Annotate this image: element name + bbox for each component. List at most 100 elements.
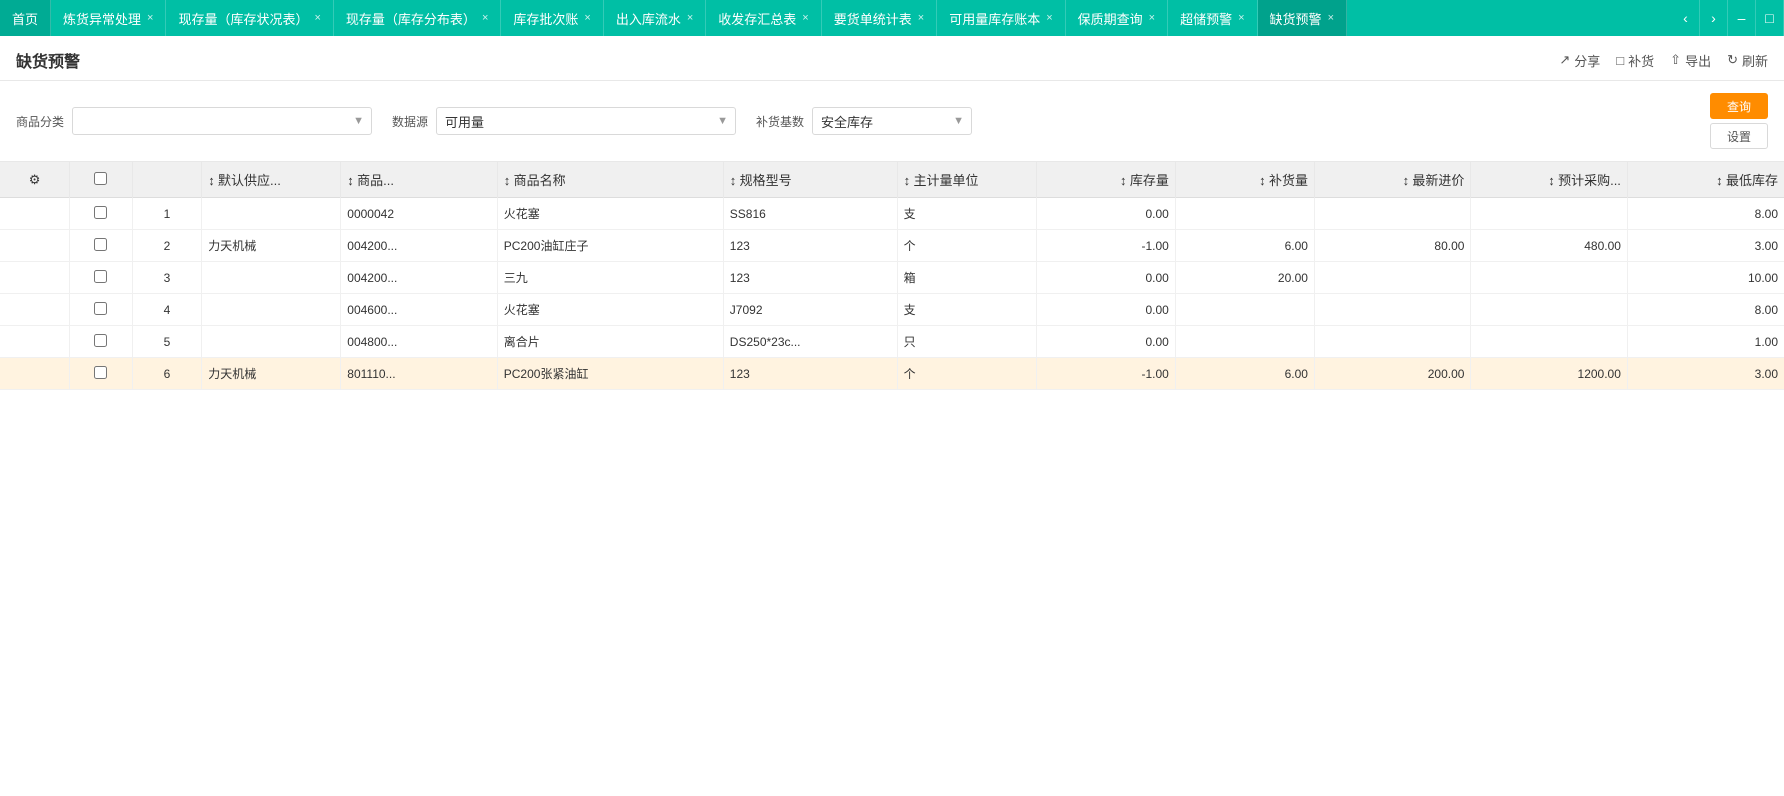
gear-icon[interactable]: ⚙	[29, 172, 41, 187]
close-icon[interactable]: ×	[1046, 12, 1052, 24]
refresh-icon: ↻	[1727, 52, 1738, 68]
purchase-column-header[interactable]: ↕ 预计采购...	[1471, 162, 1627, 198]
minimize-button[interactable]: –	[1728, 0, 1756, 36]
row-stock-cell: 0.00	[1036, 294, 1175, 326]
query-button[interactable]: 查询	[1710, 93, 1768, 119]
replenish-base-select-wrapper: 安全库存 ▼	[812, 107, 972, 135]
row-unit-cell: 只	[897, 326, 1036, 358]
row-unit-cell: 个	[897, 230, 1036, 262]
row-gear-cell	[0, 358, 70, 390]
row-name-cell: 三九	[497, 262, 723, 294]
row-checkbox[interactable]	[94, 206, 107, 219]
nav-tab-6[interactable]: 收发存汇总表 ×	[706, 0, 821, 36]
row-purchase-cell	[1471, 198, 1627, 230]
row-purchase-cell: 480.00	[1471, 230, 1627, 262]
row-replenish-cell: 6.00	[1175, 358, 1314, 390]
datasource-value: 可用量	[445, 112, 484, 131]
replenish-column-header[interactable]: ↕ 补货量	[1175, 162, 1314, 198]
share-button[interactable]: ↗ 分享	[1559, 51, 1600, 70]
export-button[interactable]: ⇧ 导出	[1670, 51, 1711, 70]
row-price-cell: 80.00	[1314, 230, 1470, 262]
row-supplier-cell: 力天机械	[202, 358, 341, 390]
table-row[interactable]: 2 力天机械 004200... PC200油缸庄子 123 个 -1.00 6…	[0, 230, 1784, 262]
supplier-column-header[interactable]: ↕ 默认供应...	[202, 162, 341, 198]
row-checkbox[interactable]	[94, 334, 107, 347]
row-price-cell	[1314, 198, 1470, 230]
name-column-header[interactable]: ↕ 商品名称	[497, 162, 723, 198]
row-spec-cell: 123	[723, 230, 897, 262]
row-price-cell	[1314, 326, 1470, 358]
page-header: 缺货预警 ↗ 分享 □ 补货 ⇧ 导出 ↻ 刷新	[0, 36, 1784, 81]
row-name-cell: 火花塞	[497, 294, 723, 326]
table-container: ⚙ ↕ 默认供应... ↕ 商品... ↕	[0, 162, 1784, 796]
row-price-cell	[1314, 262, 1470, 294]
row-checkbox[interactable]	[94, 302, 107, 315]
table-row[interactable]: 1 0000042 火花塞 SS816 支 0.00 8.00	[0, 198, 1784, 230]
nav-tab-3[interactable]: 现存量（库存分布表） ×	[334, 0, 501, 36]
close-icon[interactable]: ×	[1328, 12, 1334, 24]
price-column-header[interactable]: ↕ 最新进价	[1314, 162, 1470, 198]
row-num-cell: 5	[132, 326, 202, 358]
nav-tab-5[interactable]: 出入库流水 ×	[604, 0, 706, 36]
row-price-cell: 200.00	[1314, 358, 1470, 390]
close-icon[interactable]: ×	[802, 12, 808, 24]
close-icon[interactable]: ×	[918, 12, 924, 24]
refresh-button[interactable]: ↻ 刷新	[1727, 51, 1768, 70]
nav-tab-1[interactable]: 炼货异常处理 ×	[51, 0, 166, 36]
minstock-column-header[interactable]: ↕ 最低库存	[1627, 162, 1784, 198]
table-row[interactable]: 3 004200... 三九 123 箱 0.00 20.00 10.00	[0, 262, 1784, 294]
row-checkbox[interactable]	[94, 238, 107, 251]
row-checkbox-cell	[70, 326, 133, 358]
nav-tab-4[interactable]: 库存批次账 ×	[501, 0, 603, 36]
replenish-base-select[interactable]: 安全库存	[812, 107, 972, 135]
datasource-select[interactable]: 可用量	[436, 107, 736, 135]
table-row[interactable]: 4 004600... 火花塞 J7092 支 0.00 8.00	[0, 294, 1784, 326]
row-checkbox[interactable]	[94, 270, 107, 283]
settings-button[interactable]: 设置	[1710, 123, 1768, 149]
row-spec-cell: J7092	[723, 294, 897, 326]
table-row[interactable]: 5 004800... 离合片 DS250*23c... 只 0.00 1.00	[0, 326, 1784, 358]
row-num-cell: 3	[132, 262, 202, 294]
nav-tab-9[interactable]: 保质期查询 ×	[1066, 0, 1168, 36]
close-icon[interactable]: ×	[687, 12, 693, 24]
row-name-cell: 离合片	[497, 326, 723, 358]
nav-tab-7[interactable]: 要货单统计表 ×	[822, 0, 937, 36]
code-column-header[interactable]: ↕ 商品...	[341, 162, 497, 198]
checkbox-column-header	[70, 162, 133, 198]
replenish-base-label: 补货基数	[756, 113, 804, 130]
nav-tab-2[interactable]: 现存量（库存状况表） ×	[166, 0, 333, 36]
nav-tab-11[interactable]: 缺货预警 ×	[1258, 0, 1347, 36]
nav-tab-8[interactable]: 可用量库存账本 ×	[937, 0, 1065, 36]
row-minstock-cell: 3.00	[1627, 358, 1784, 390]
export-icon: ⇧	[1670, 52, 1681, 68]
close-icon[interactable]: ×	[1238, 12, 1244, 24]
row-supplier-cell	[202, 198, 341, 230]
filters-row: 商品分类 ▼ 数据源 可用量 ▼ 补货基数 安全库存	[0, 81, 1784, 162]
row-num-cell: 6	[132, 358, 202, 390]
unit-column-header[interactable]: ↕ 主计量单位	[897, 162, 1036, 198]
action-buttons: 查询 设置	[1710, 93, 1768, 149]
gear-column-header[interactable]: ⚙	[0, 162, 70, 198]
close-icon[interactable]: ×	[314, 12, 320, 24]
nav-prev-button[interactable]: ‹	[1672, 0, 1700, 36]
nav-tab-10[interactable]: 超储预警 ×	[1168, 0, 1257, 36]
close-icon[interactable]: ×	[584, 12, 590, 24]
nav-next-button[interactable]: ›	[1700, 0, 1728, 36]
top-nav: 首页 炼货异常处理 × 现存量（库存状况表） × 现存量（库存分布表） × 库存…	[0, 0, 1784, 36]
replenish-button[interactable]: □ 补货	[1616, 51, 1654, 70]
maximize-button[interactable]: □	[1756, 0, 1784, 36]
select-all-checkbox[interactable]	[94, 172, 107, 185]
close-icon[interactable]: ×	[1149, 12, 1155, 24]
row-code-cell: 004800...	[341, 326, 497, 358]
close-icon[interactable]: ×	[482, 12, 488, 24]
row-checkbox[interactable]	[94, 366, 107, 379]
spec-column-header[interactable]: ↕ 规格型号	[723, 162, 897, 198]
row-checkbox-cell	[70, 230, 133, 262]
table-row[interactable]: 6 力天机械 801110... PC200张紧油缸 123 个 -1.00 6…	[0, 358, 1784, 390]
stock-column-header[interactable]: ↕ 库存量	[1036, 162, 1175, 198]
row-price-cell	[1314, 294, 1470, 326]
nav-tab-home[interactable]: 首页	[0, 0, 51, 36]
row-stock-cell: 0.00	[1036, 262, 1175, 294]
close-icon[interactable]: ×	[147, 12, 153, 24]
category-select[interactable]	[72, 107, 372, 135]
